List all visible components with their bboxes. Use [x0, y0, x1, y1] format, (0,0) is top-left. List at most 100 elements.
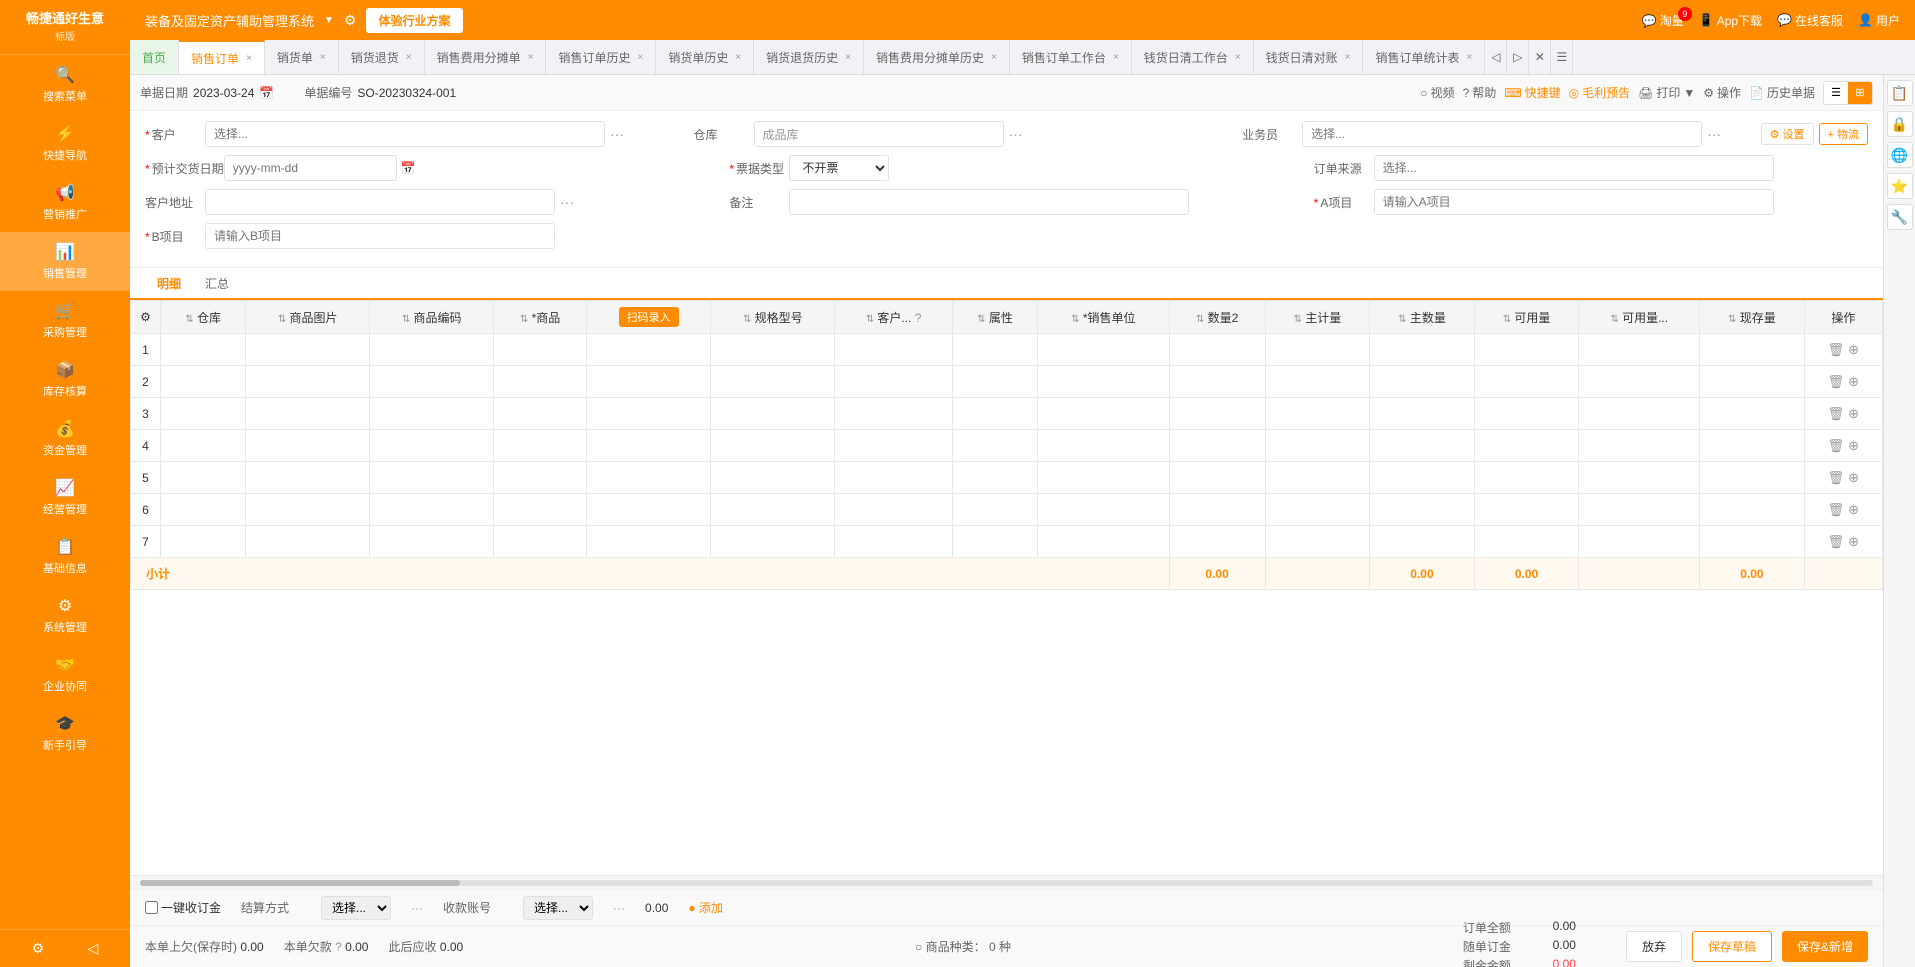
sidebar-item-新手引导[interactable]: 🎓新手引导 [0, 704, 130, 763]
settings-icon[interactable]: ⚙ [344, 12, 357, 29]
tab-close-all-btn[interactable]: ✕ [1529, 40, 1551, 75]
row-scan-5[interactable] [586, 462, 710, 494]
system-title[interactable]: 装备及固定资产辅助管理系统 [145, 11, 314, 30]
account-dots[interactable]: ··· [613, 901, 625, 915]
row-warehouse-7[interactable] [161, 526, 246, 558]
a-project-input[interactable] [1374, 189, 1774, 215]
row-qty2-7[interactable] [1169, 526, 1265, 558]
payment-select[interactable]: 选择... [321, 896, 391, 920]
copy-icon-4[interactable]: ⊕ [1848, 438, 1859, 454]
row-qty2-2[interactable] [1169, 366, 1265, 398]
sidebar-item-营销推广[interactable]: 📢营销推广 [0, 173, 130, 232]
row-spec-6[interactable] [711, 494, 835, 526]
row-avail2-3[interactable] [1579, 398, 1700, 430]
row-avail-1[interactable] [1474, 334, 1579, 366]
tab-summary[interactable]: 汇总 [193, 267, 241, 299]
tab-销售订单历史[interactable]: 销售订单历史× [546, 40, 656, 75]
tab-销货单[interactable]: 销货单× [265, 40, 339, 75]
customer-dots[interactable]: ··· [610, 126, 624, 142]
row-spec-7[interactable] [711, 526, 835, 558]
row-qty2-4[interactable] [1169, 430, 1265, 462]
tab-next-btn[interactable]: ▷ [1507, 40, 1529, 75]
scrollbar-track[interactable] [140, 880, 1873, 886]
row-spec-3[interactable] [711, 398, 835, 430]
row-code-7[interactable] [370, 526, 494, 558]
tab-close-icon[interactable]: × [1235, 52, 1241, 63]
row-mainunit-6[interactable] [1265, 494, 1370, 526]
scrollbar-thumb[interactable] [140, 880, 460, 886]
sidebar-item-搜索菜单[interactable]: 🔍搜索菜单 [0, 55, 130, 114]
payment-dots[interactable]: ··· [411, 901, 423, 915]
salesperson-dots[interactable]: ··· [1707, 126, 1721, 142]
row-custcode-2[interactable] [835, 366, 953, 398]
sidebar-item-库存核算[interactable]: 📦库存核算 [0, 350, 130, 409]
delivery-calendar-icon[interactable]: 📅 [401, 161, 416, 175]
th-settings[interactable]: ⚙ [131, 301, 161, 334]
scan-button[interactable]: 扫码录入 [619, 307, 679, 327]
add-material-btn[interactable]: + 物流 [1819, 123, 1868, 145]
grid-view-btn[interactable]: ⊞ [1848, 82, 1872, 104]
profit-btn[interactable]: ◎ 毛利预告 [1569, 84, 1631, 101]
row-mainunit-1[interactable] [1265, 334, 1370, 366]
row-scan-6[interactable] [586, 494, 710, 526]
sidebar-item-基础信息[interactable]: 📋基础信息 [0, 527, 130, 586]
product-types-icon[interactable]: ○ [915, 940, 922, 954]
right-panel-icon-2[interactable]: 🔒 [1887, 111, 1913, 137]
row-scan-3[interactable] [586, 398, 710, 430]
row-attr-1[interactable] [952, 334, 1037, 366]
row-scan-4[interactable] [586, 430, 710, 462]
row-code-6[interactable] [370, 494, 494, 526]
sidebar-item-采购管理[interactable]: 🛒采购管理 [0, 291, 130, 350]
discard-button[interactable]: 放弃 [1626, 931, 1682, 962]
help-btn[interactable]: ? 帮助 [1463, 84, 1497, 101]
row-attr-4[interactable] [952, 430, 1037, 462]
notes-input[interactable] [789, 189, 1189, 215]
row-warehouse-2[interactable] [161, 366, 246, 398]
tab-销售订单[interactable]: 销售订单× [179, 40, 265, 75]
calendar-icon[interactable]: 📅 [259, 86, 274, 100]
row-product-4[interactable] [494, 430, 587, 462]
account-select[interactable]: 选择... [523, 896, 593, 920]
tab-close-icon[interactable]: × [991, 52, 997, 63]
row-product-7[interactable] [494, 526, 587, 558]
tab-首页[interactable]: 首页 [130, 40, 179, 75]
row-mainqty-7[interactable] [1370, 526, 1475, 558]
add-button[interactable]: ● 添加 [688, 899, 723, 916]
customer-input[interactable] [205, 121, 605, 147]
online-service-link[interactable]: 💬在线客服 [1777, 12, 1843, 29]
row-unit-2[interactable] [1038, 366, 1170, 398]
row-custcode-1[interactable] [835, 334, 953, 366]
tab-prev-btn[interactable]: ◁ [1485, 40, 1507, 75]
tab-close-icon[interactable]: × [246, 53, 252, 64]
invoice-select[interactable]: 不开票 [789, 155, 889, 181]
customer-code-help[interactable]: ? [915, 311, 922, 325]
sidebar-item-快捷导航[interactable]: ⚡快捷导航 [0, 114, 130, 173]
row-qty2-5[interactable] [1169, 462, 1265, 494]
tab-close-icon[interactable]: × [1466, 52, 1472, 63]
tab-销售订单统计表[interactable]: 销售订单统计表× [1363, 40, 1485, 75]
row-custcode-4[interactable] [835, 430, 953, 462]
tab-销售费用分摊单[interactable]: 销售费用分摊单× [425, 40, 547, 75]
row-current-1[interactable] [1700, 334, 1805, 366]
print-btn[interactable]: 🖨 打印 ▼ [1638, 84, 1695, 101]
row-unit-1[interactable] [1038, 334, 1170, 366]
row-mainqty-5[interactable] [1370, 462, 1475, 494]
row-image-5[interactable] [246, 462, 370, 494]
right-panel-icon-3[interactable]: 🌐 [1887, 142, 1913, 168]
tab-销货单历史[interactable]: 销货单历史× [656, 40, 754, 75]
settings-right-btn[interactable]: ⚙ 设置 [1761, 123, 1814, 145]
delete-icon-2[interactable]: 🗑 [1828, 374, 1845, 390]
row-current-4[interactable] [1700, 430, 1805, 462]
row-mainqty-1[interactable] [1370, 334, 1475, 366]
row-mainqty-6[interactable] [1370, 494, 1475, 526]
row-mainunit-3[interactable] [1265, 398, 1370, 430]
row-avail2-5[interactable] [1579, 462, 1700, 494]
salesperson-input[interactable] [1302, 121, 1702, 147]
system-dropdown-icon[interactable]: ▼ [324, 15, 334, 26]
row-image-2[interactable] [246, 366, 370, 398]
row-spec-1[interactable] [711, 334, 835, 366]
row-attr-5[interactable] [952, 462, 1037, 494]
message-icon[interactable]: 💬 淘量 9 [1641, 12, 1683, 29]
row-current-5[interactable] [1700, 462, 1805, 494]
copy-icon-7[interactable]: ⊕ [1848, 534, 1859, 550]
